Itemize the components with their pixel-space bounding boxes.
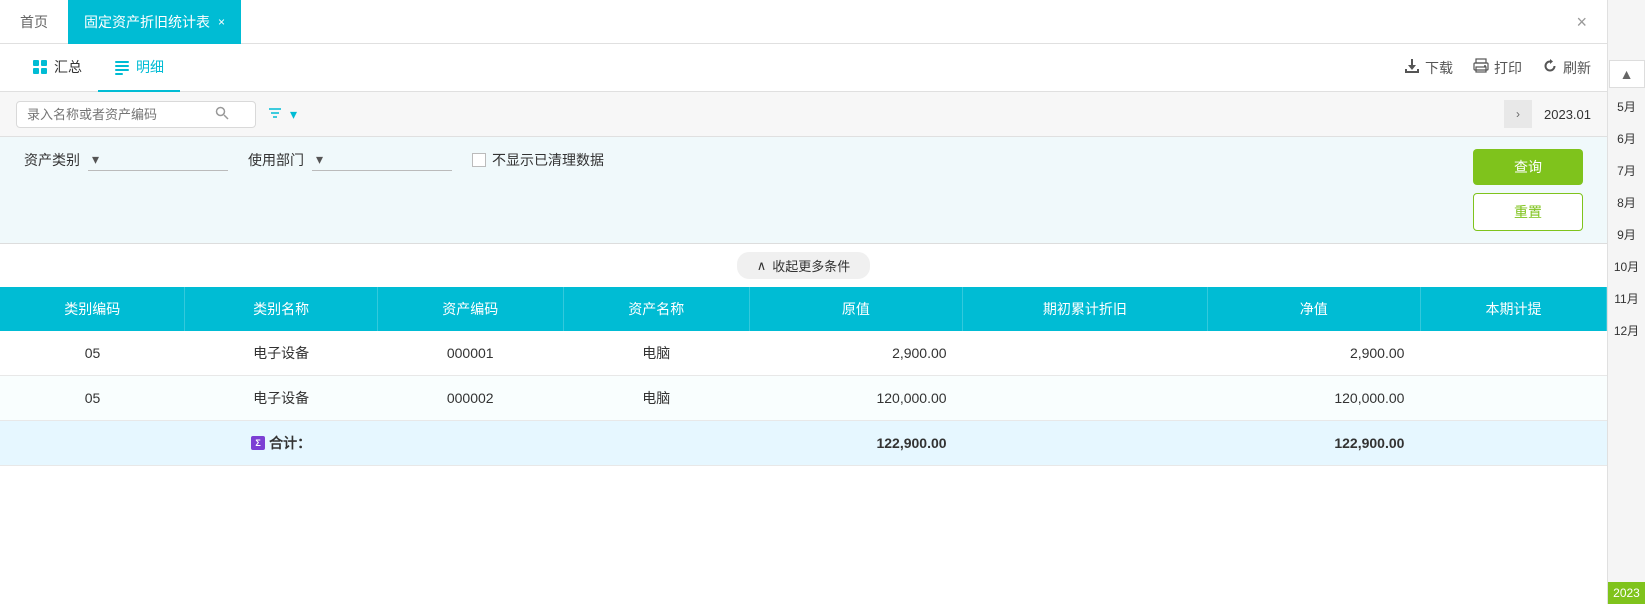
active-tab-label: 固定资产折旧统计表 — [84, 12, 210, 32]
total-asset-name — [563, 421, 749, 466]
sidebar-month[interactable]: 9月 — [1609, 218, 1645, 250]
total-net-value: 122,900.00 — [1207, 421, 1420, 466]
query-button[interactable]: 查询 — [1473, 149, 1583, 185]
total-label-cell — [0, 421, 185, 466]
cell-asset-code: 000002 — [377, 376, 563, 421]
print-button[interactable]: 打印 — [1473, 58, 1522, 78]
cell-category-name: 电子设备 — [185, 376, 377, 421]
table-row: 05 电子设备 000001 电脑 2,900.00 2,900.00 — [0, 331, 1607, 376]
collapse-button[interactable]: ∧ 收起更多条件 — [737, 252, 871, 279]
sidebar-month[interactable]: 11月 — [1609, 282, 1645, 314]
tab-detail-label: 明细 — [136, 57, 164, 77]
sidebar-month[interactable]: 10月 — [1609, 250, 1645, 282]
sidebar-month[interactable]: 12月 — [1609, 314, 1645, 346]
cell-accumulated-depreciation — [963, 376, 1208, 421]
no-cleared-checkbox-wrap[interactable]: 不显示已清理数据 — [472, 150, 604, 170]
cell-asset-code: 000001 — [377, 331, 563, 376]
no-cleared-checkbox[interactable] — [472, 153, 486, 167]
table-wrap: 类别编码 类别名称 资产编码 资产名称 原值 期初累计折旧 净值 本期计提 05… — [0, 287, 1607, 604]
sidebar-month[interactable]: 6月 — [1609, 122, 1645, 154]
cell-original-value: 2,900.00 — [749, 331, 962, 376]
detail-icon — [114, 59, 130, 75]
search-input-wrap[interactable] — [16, 101, 256, 128]
collapse-bar: ∧ 收起更多条件 — [0, 244, 1607, 287]
chevron-down-icon: ▾ — [316, 151, 323, 168]
table-row: 05 电子设备 000002 电脑 120,000.00 120,000.00 — [0, 376, 1607, 421]
col-original-value: 原值 — [749, 287, 962, 331]
cell-original-value: 120,000.00 — [749, 376, 962, 421]
total-current-depreciation — [1420, 421, 1606, 466]
col-accumulated-depreciation: 期初累计折旧 — [963, 287, 1208, 331]
tab-close-icon[interactable]: × — [218, 15, 225, 29]
total-label-cell2: Σ 合计： — [185, 421, 377, 466]
total-asset-code — [377, 421, 563, 466]
tab-summary-label: 汇总 — [54, 57, 82, 77]
department-select[interactable]: ▾ — [312, 149, 452, 171]
sidebar-year-badge: 2023 — [1608, 582, 1645, 604]
cell-asset-name: 电脑 — [563, 376, 749, 421]
cell-category-code: 05 — [0, 331, 185, 376]
filter-group-department: 使用部门 ▾ — [248, 149, 452, 171]
chevron-down-icon: ▾ — [290, 106, 297, 123]
cell-current-depreciation — [1420, 376, 1606, 421]
sidebar-month[interactable]: 5月 — [1609, 90, 1645, 122]
col-category-code: 类别编码 — [0, 287, 185, 331]
filter-icon — [268, 106, 282, 123]
sidebar-nav-up[interactable]: ▲ — [1609, 60, 1645, 88]
no-cleared-label: 不显示已清理数据 — [492, 150, 604, 170]
search-icon — [215, 106, 229, 123]
department-label: 使用部门 — [248, 150, 304, 170]
cell-net-value: 120,000.00 — [1207, 376, 1420, 421]
nav-home[interactable]: 首页 — [0, 0, 68, 44]
col-category-name: 类别名称 — [185, 287, 377, 331]
cell-net-value: 2,900.00 — [1207, 331, 1420, 376]
total-accumulated — [963, 421, 1208, 466]
col-net-value: 净值 — [1207, 287, 1420, 331]
active-tab[interactable]: 固定资产折旧统计表 × — [68, 0, 241, 44]
tab-summary[interactable]: 汇总 — [16, 44, 98, 92]
refresh-button[interactable]: 刷新 — [1542, 58, 1591, 78]
data-table: 类别编码 类别名称 资产编码 资产名称 原值 期初累计折旧 净值 本期计提 05… — [0, 287, 1607, 466]
cell-asset-name: 电脑 — [563, 331, 749, 376]
toolbar-right: 下载 打印 刷新 — [1404, 58, 1591, 78]
nav-arrow-right[interactable]: › — [1504, 100, 1532, 128]
date-label: 2023.01 — [1544, 107, 1591, 122]
download-icon — [1404, 58, 1420, 77]
reset-button[interactable]: 重置 — [1473, 193, 1583, 231]
cell-current-depreciation — [1420, 331, 1606, 376]
table-header-row: 类别编码 类别名称 资产编码 资产名称 原值 期初累计折旧 净值 本期计提 — [0, 287, 1607, 331]
total-icon: Σ — [251, 436, 265, 450]
total-row: Σ 合计： 122,900.00 122,900.00 — [0, 421, 1607, 466]
cell-category-code: 05 — [0, 376, 185, 421]
col-asset-name: 资产名称 — [563, 287, 749, 331]
print-icon — [1473, 58, 1489, 77]
asset-category-select[interactable]: ▾ — [88, 149, 228, 171]
col-current-depreciation: 本期计提 — [1420, 287, 1606, 331]
asset-category-label: 资产类别 — [24, 150, 80, 170]
sidebar-month[interactable]: 7月 — [1609, 154, 1645, 186]
total-original-value: 122,900.00 — [749, 421, 962, 466]
toolbar: 汇总 明细 下载 打印 — [0, 44, 1607, 92]
refresh-icon — [1542, 58, 1558, 77]
total-text: 合计： — [269, 433, 311, 453]
chevron-up-icon: ∧ — [757, 258, 767, 274]
search-bar: ▾ › 2023.01 — [0, 92, 1607, 137]
search-input[interactable] — [27, 107, 207, 122]
filter-row: 资产类别 ▾ 使用部门 ▾ 不显示已清理数据 — [24, 149, 1461, 171]
top-nav: 首页 固定资产折旧统计表 × × — [0, 0, 1607, 44]
window-close-button[interactable]: × — [1556, 0, 1607, 44]
chevron-down-icon: ▾ — [92, 151, 99, 168]
summary-icon — [32, 59, 48, 75]
filter-buttons: 查询 重置 — [1473, 149, 1583, 231]
filter-group-category: 资产类别 ▾ — [24, 149, 228, 171]
download-button[interactable]: 下载 — [1404, 58, 1453, 78]
cell-category-name: 电子设备 — [185, 331, 377, 376]
filter-area: 资产类别 ▾ 使用部门 ▾ 不显示已清理数据 查询 重置 — [0, 137, 1607, 244]
more-conditions-button[interactable]: ▾ — [268, 106, 297, 123]
col-asset-code: 资产编码 — [377, 287, 563, 331]
sidebar-month[interactable]: 8月 — [1609, 186, 1645, 218]
cell-accumulated-depreciation — [963, 331, 1208, 376]
right-sidebar: ▲ 5月6月7月8月9月10月11月12月 2023 — [1607, 0, 1645, 604]
tab-detail[interactable]: 明细 — [98, 44, 180, 92]
